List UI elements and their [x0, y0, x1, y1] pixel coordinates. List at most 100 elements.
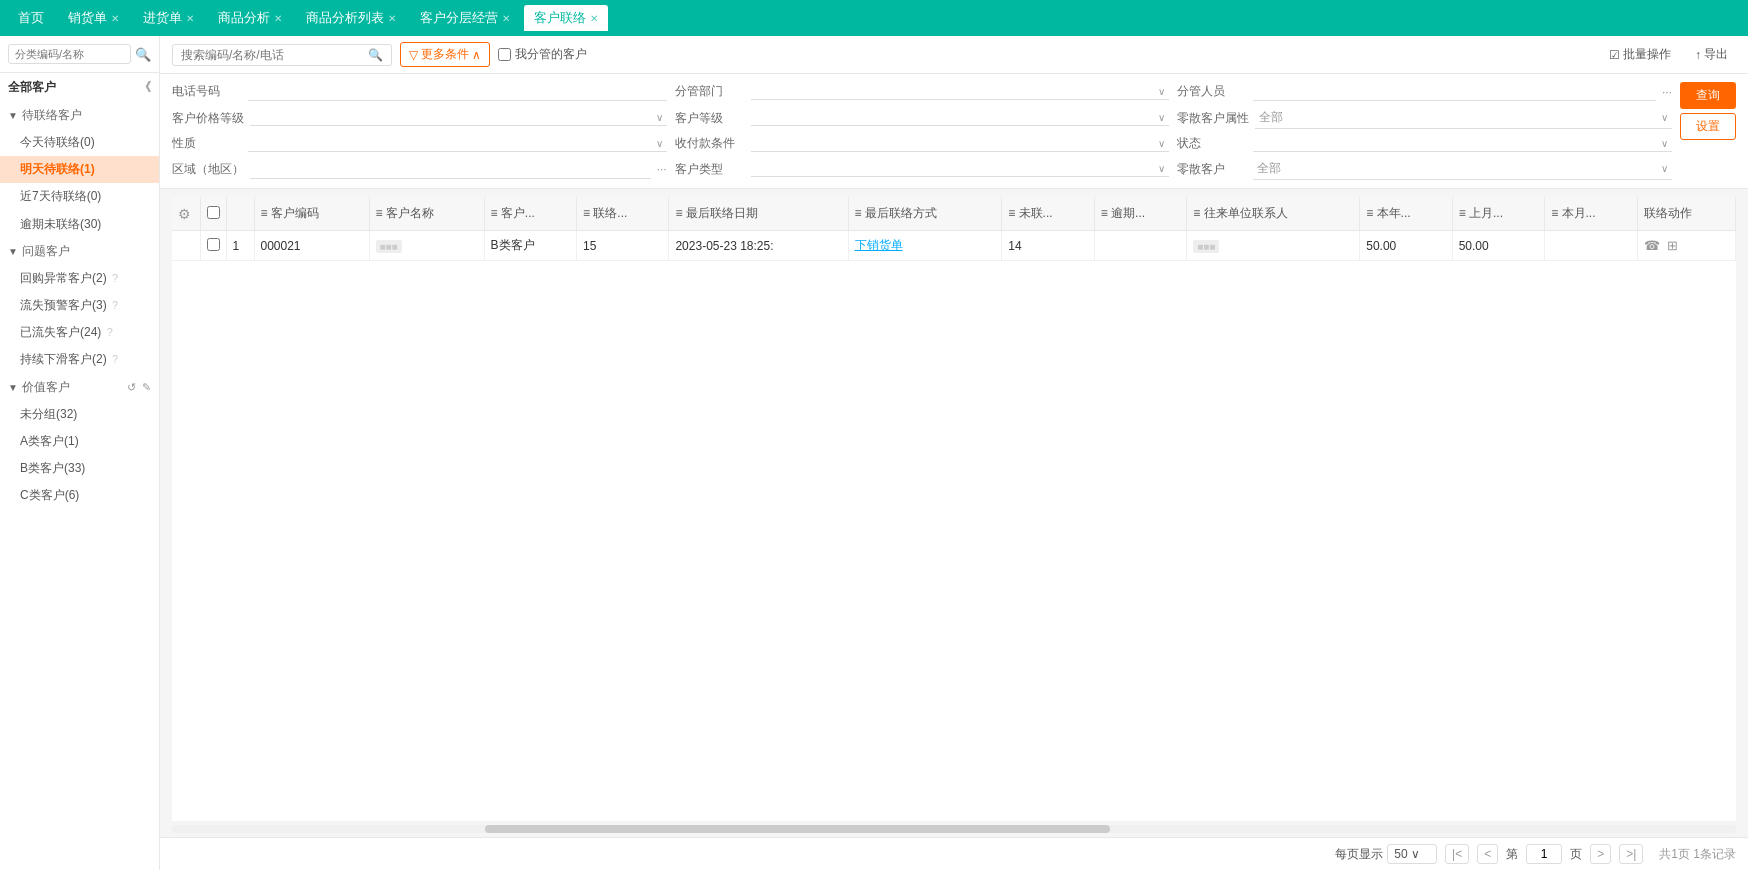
filter-status: 状态 ∨: [1177, 135, 1672, 152]
dots-icon-region[interactable]: ···: [657, 162, 667, 176]
filter-manager: 分管人员 ···: [1177, 82, 1672, 101]
problem-customers-group[interactable]: ▼ 问题客户: [0, 238, 159, 265]
nav-item-purchase-order[interactable]: 进货单 ✕: [133, 5, 204, 31]
filter-row-1: 电话号码 分管部门 ∨ 分管人员: [172, 82, 1672, 101]
filter-status-select[interactable]: ∨: [1253, 136, 1672, 152]
pending-contact-group[interactable]: ▼ 待联络客户: [0, 102, 159, 129]
scrollbar-thumb[interactable]: [485, 825, 1111, 833]
th-contact: ≡ 联络...: [576, 197, 668, 231]
sidebar-search-input[interactable]: [8, 44, 131, 64]
sidebar-item-ungrouped[interactable]: 未分组(32): [0, 401, 159, 428]
filter-retail-customer-label: 零散客户: [1177, 161, 1247, 178]
nav-item-customer-contact[interactable]: 客户联络 ✕: [524, 5, 608, 31]
nav-close-customer-contact[interactable]: ✕: [590, 13, 598, 24]
filter-phone-label: 电话号码: [172, 83, 242, 100]
nav-close-purchase-order[interactable]: ✕: [186, 13, 194, 24]
sidebar-item-c-class[interactable]: C类客户(6): [0, 482, 159, 509]
nav-item-home[interactable]: 首页: [8, 5, 54, 31]
chevron-down-icon-payment: ∨: [1158, 138, 1165, 149]
sidebar-item-churned[interactable]: 已流失客户(24) ?: [0, 319, 159, 346]
sidebar-search-icon[interactable]: 🔍: [135, 47, 151, 62]
horizontal-scrollbar[interactable]: [172, 825, 1736, 833]
collapse-icon[interactable]: 《: [139, 79, 151, 96]
nav-item-product-analysis[interactable]: 商品分析 ✕: [208, 5, 292, 31]
th-gear: ⚙: [172, 197, 200, 231]
sidebar-item-repurchase-anomaly[interactable]: 回购异常客户(2) ?: [0, 265, 159, 292]
sidebar-item-b-class[interactable]: B类客户(33): [0, 455, 159, 482]
problem-group-label: 问题客户: [22, 243, 70, 260]
first-page-button[interactable]: |<: [1445, 844, 1469, 864]
nav-close-customer-segment[interactable]: ✕: [502, 13, 510, 24]
last-page-button[interactable]: >|: [1619, 844, 1643, 864]
total-records-label: 共1页 1条记录: [1659, 846, 1736, 863]
my-customers-checkbox-label[interactable]: 我分管的客户: [498, 46, 587, 63]
export-button[interactable]: ↑ 导出: [1687, 43, 1736, 66]
filter-region-input[interactable]: [250, 160, 651, 179]
filter-nature: 性质 ∨: [172, 135, 667, 152]
chevron-down-icon-price: ∨: [656, 112, 663, 123]
filter-retail-attr-select[interactable]: 全部 ∨: [1255, 107, 1672, 129]
query-button[interactable]: 查询: [1680, 82, 1736, 109]
sidebar-item-churn-warning[interactable]: 流失预警客户(3) ?: [0, 292, 159, 319]
th-type: ≡ 客户...: [484, 197, 576, 231]
filter-price-level-select[interactable]: ∨: [250, 110, 667, 126]
next-page-button[interactable]: >: [1590, 844, 1611, 864]
filter-payment-select[interactable]: ∨: [751, 136, 1170, 152]
search-input[interactable]: [181, 48, 364, 62]
toolbar: 🔍 ▽ 更多条件 ∧ 我分管的客户 ☑ 批量操作 ↑ 导出: [160, 36, 1748, 74]
filter-phone: 电话号码: [172, 82, 667, 101]
edit-icon[interactable]: ✎: [142, 381, 151, 394]
gear-icon[interactable]: ⚙: [178, 206, 191, 222]
row-checkbox[interactable]: [207, 238, 220, 251]
th-overdue: ≡ 逾期...: [1094, 197, 1186, 231]
sidebar-item-a-class[interactable]: A类客户(1): [0, 428, 159, 455]
sidebar-item-today-pending[interactable]: 今天待联络(0): [0, 129, 159, 156]
sidebar-item-declining[interactable]: 持续下滑客户(2) ?: [0, 346, 159, 373]
my-customers-checkbox[interactable]: [498, 48, 511, 61]
prev-page-button[interactable]: <: [1477, 844, 1498, 864]
refresh-icon[interactable]: ↺: [127, 381, 136, 394]
table-header-row: ⚙ ≡ 客户编码 ≡ 客户名称 ≡ 客户...: [172, 197, 1736, 231]
filter-phone-input[interactable]: [248, 82, 667, 101]
last-contact-method-link[interactable]: 下销货单: [855, 238, 903, 252]
select-all-checkbox[interactable]: [207, 206, 220, 219]
nav-item-customer-segment[interactable]: 客户分层经营 ✕: [410, 5, 520, 31]
filter-dept-select[interactable]: ∨: [751, 84, 1170, 100]
search-icon[interactable]: 🔍: [368, 48, 383, 62]
batch-operation-button[interactable]: ☑ 批量操作: [1601, 43, 1679, 66]
more-filter-button[interactable]: ▽ 更多条件 ∧: [400, 42, 490, 67]
settings-button[interactable]: 设置: [1680, 113, 1736, 140]
sidebar-item-7day-pending[interactable]: 近7天待联络(0): [0, 183, 159, 210]
table-row: 1 000021 ■■■ B类客户 15 2023-05-23 18:25: 下…: [172, 231, 1736, 261]
grid-action-icon[interactable]: ⊞: [1667, 238, 1678, 253]
nav-close-product-analysis-list[interactable]: ✕: [388, 13, 396, 24]
chevron-down-icon-dept: ∨: [1158, 86, 1165, 97]
td-checkbox: [200, 231, 226, 261]
filter-nature-select[interactable]: ∨: [248, 136, 667, 152]
filter-price-level-label: 客户价格等级: [172, 110, 244, 127]
sidebar-item-tomorrow-pending[interactable]: 明天待联络(1): [0, 156, 159, 183]
help-icon-churned: ?: [107, 326, 113, 338]
filter-row-4: 区域（地区） ··· 客户类型 ∨ 零散客户: [172, 158, 1672, 180]
nav-close-sales-order[interactable]: ✕: [111, 13, 119, 24]
dots-icon-manager[interactable]: ···: [1662, 85, 1672, 99]
filter-customer-type: 客户类型 ∨: [675, 161, 1170, 178]
page-number-input[interactable]: [1526, 844, 1562, 864]
chevron-up-icon: ∧: [472, 48, 481, 62]
nav-item-sales-order[interactable]: 销货单 ✕: [58, 5, 129, 31]
nav-item-product-analysis-list[interactable]: 商品分析列表 ✕: [296, 5, 406, 31]
all-customers-header[interactable]: 全部客户 《: [0, 73, 159, 102]
phone-action-icon[interactable]: ☎: [1644, 238, 1660, 253]
page-size-selector: 每页显示 50 ∨: [1335, 844, 1437, 864]
filter-customer-level-select[interactable]: ∨: [751, 110, 1170, 126]
value-customers-group[interactable]: ▼ 价值客户 ↺ ✎: [0, 374, 159, 401]
per-page-chevron: ∨: [1411, 847, 1420, 861]
nav-close-product-analysis[interactable]: ✕: [274, 13, 282, 24]
per-page-value-select[interactable]: 50 ∨: [1387, 844, 1437, 864]
filter-manager-input[interactable]: [1253, 82, 1656, 101]
sidebar-search-area: 🔍: [0, 36, 159, 73]
sidebar-item-overdue-contact[interactable]: 逾期未联络(30): [0, 211, 159, 238]
filter-customer-type-select[interactable]: ∨: [751, 161, 1170, 177]
td-last-date: 2023-05-23 18:25:: [669, 231, 848, 261]
filter-retail-customer-select[interactable]: 全部 ∨: [1253, 158, 1672, 180]
